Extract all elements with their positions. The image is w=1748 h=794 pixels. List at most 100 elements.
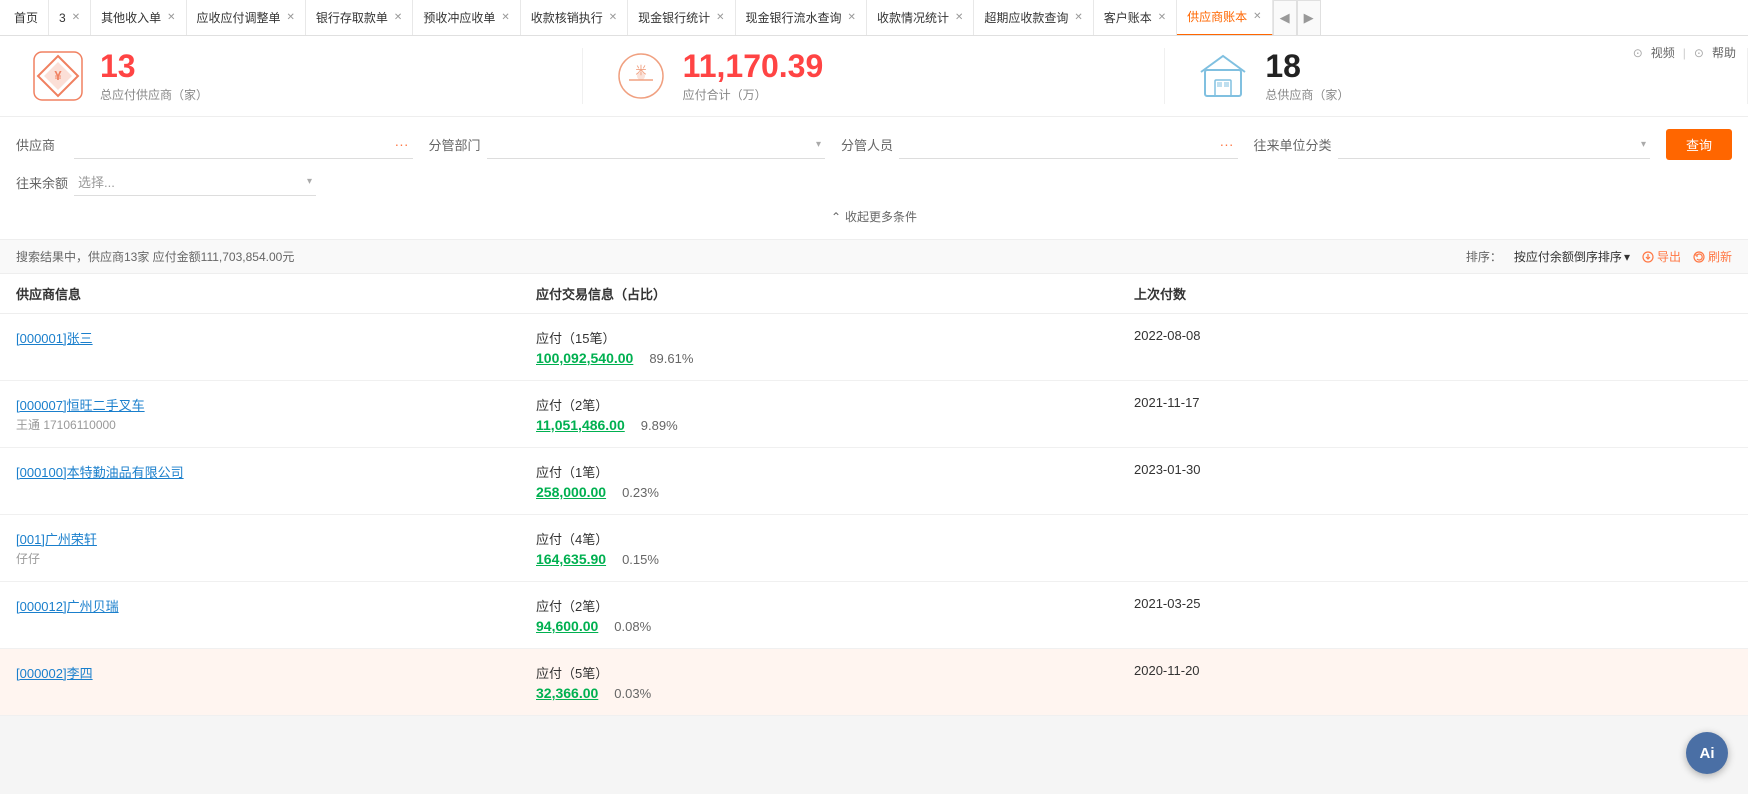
stat-payable-total-num: 11,170.39 [683,50,824,82]
nav-tab-adjust-close[interactable]: ✕ [287,12,295,23]
filter-area: 供应商 ··· 分管部门 ▾ 分管人员 ··· 往来单位分类 [0,117,1748,240]
tx-info-2: 应付（1笔） 258,000.00 0.23% [536,462,1134,500]
table-row: [001]广州荣轩 仔仔 应付（4笔） 164,635.90 0.15% [0,515,1748,582]
export-button[interactable]: 导出 [1642,248,1681,265]
nav-tab-receipt-stat-close[interactable]: ✕ [955,12,963,23]
table-row: [000001]张三 应付（15笔） 100,092,540.00 89.61%… [0,314,1748,381]
refresh-button[interactable]: 刷新 [1693,248,1732,265]
tx-amount-3[interactable]: 164,635.90 [536,551,606,567]
tx-info-3: 应付（4笔） 164,635.90 0.15% [536,529,1134,567]
ai-badge-label: Ai [1700,745,1715,762]
supplier-link-1[interactable]: [000007]恒旺二手叉车 [16,398,145,413]
nav-tab-overdue-close[interactable]: ✕ [1074,12,1082,23]
stat-payable-total-icon: 米 [613,48,669,104]
tx-label-2: 应付（1笔） [536,462,1134,481]
export-label: 导出 [1657,248,1681,265]
nav-tab-supplier-ledger-label: 供应商账本 [1187,8,1247,25]
nav-tab-receipt-exec[interactable]: 收款核销执行 ✕ [521,0,628,36]
supplier-link-3[interactable]: [001]广州荣轩 [16,532,97,547]
last-pay-2: 2023-01-30 [1134,462,1732,477]
supplier-link-4[interactable]: [000012]广州贝瑞 [16,599,119,614]
tx-amount-2[interactable]: 258,000.00 [536,484,606,500]
tx-pct-1: 9.89% [641,418,678,433]
nav-tab-customer-ledger-close[interactable]: ✕ [1158,12,1166,23]
person-picker-btn[interactable]: ··· [1220,136,1234,152]
stat-payable-total-label: 应付合计（万） [683,86,824,103]
tx-amount-5[interactable]: 32,366.00 [536,685,598,701]
filter-dept: 分管部门 ▾ [429,131,826,159]
nav-tab-overdue[interactable]: 超期应收款查询 ✕ [974,0,1093,36]
nav-tab-receipt-stat[interactable]: 收款情况统计 ✕ [867,0,974,36]
stats-bar: ¥ 13 总应付供应商（家） 米 11,170.39 应付合计（万） [0,36,1748,117]
nav-tab-3-close[interactable]: ✕ [72,12,80,23]
stat-payable-suppliers-icon: ¥ [30,48,86,104]
filter-balance-select[interactable]: 选择... ▾ [74,168,316,196]
filter-dept-label: 分管部门 [429,135,481,154]
collapse-row: ⌃ 收起更多条件 [16,204,1732,231]
tx-row-2: 258,000.00 0.23% [536,484,1134,500]
tx-amount-0[interactable]: 100,092,540.00 [536,350,633,366]
table-row: [000012]广州贝瑞 应付（2笔） 94,600.00 0.08% 2021… [0,582,1748,649]
last-pay-4: 2021-03-25 [1134,596,1732,611]
nav-prev-arrow[interactable]: ◀ [1273,0,1297,36]
filter-person-input-wrapper[interactable]: ··· [899,131,1237,159]
filter-supplier-input-wrapper[interactable]: ··· [74,131,413,159]
filter-dept-select[interactable]: ▾ [487,131,825,159]
filter-supplier-input[interactable] [78,130,395,158]
supplier-sub-3: 仔仔 [16,550,536,567]
sort-chevron-icon: ▾ [1624,250,1630,264]
nav-tab-3[interactable]: 3 ✕ [49,0,91,36]
filter-row-1: 供应商 ··· 分管部门 ▾ 分管人员 ··· 往来单位分类 [16,129,1732,160]
nav-tab-other-income-label: 其他收入单 [101,9,161,26]
nav-tab-bank-close[interactable]: ✕ [394,12,402,23]
filter-category-select[interactable]: ▾ [1338,131,1650,159]
supplier-info-4: [000012]广州贝瑞 [16,596,536,615]
tx-label-5: 应付（5笔） [536,663,1134,682]
stat-payable-total-text: 11,170.39 应付合计（万） [683,50,824,103]
refresh-icon [1693,251,1705,263]
nav-tab-adjust[interactable]: 应收应付调整单 ✕ [187,0,306,36]
nav-tab-other-income[interactable]: 其他收入单 ✕ [91,0,186,36]
supplier-link-2[interactable]: [000100]本特勤油品有限公司 [16,465,184,480]
tx-pct-0: 89.61% [649,351,693,366]
refresh-label: 刷新 [1708,248,1732,265]
nav-tab-home[interactable]: 首页 [4,0,49,36]
nav-tab-cash-flow-close[interactable]: ✕ [848,12,856,23]
query-button[interactable]: 查询 [1666,129,1732,160]
supplier-picker-btn[interactable]: ··· [395,136,409,152]
tx-label-4: 应付（2笔） [536,596,1134,615]
ai-badge[interactable]: Ai [1686,732,1728,774]
supplier-link-0[interactable]: [000001]张三 [16,331,93,346]
nav-tab-other-income-close[interactable]: ✕ [167,12,175,23]
nav-tab-cash-stat-close[interactable]: ✕ [716,12,724,23]
nav-tab-cash-flow-label: 现金银行流水查询 [746,9,842,26]
nav-tab-bank[interactable]: 银行存取款单 ✕ [306,0,413,36]
nav-next-arrow[interactable]: ▶ [1297,0,1321,36]
tx-amount-4[interactable]: 94,600.00 [536,618,598,634]
sort-value-text: 按应付余额倒序排序 [1514,248,1622,265]
table-row: [000002]李四 应付（5笔） 32,366.00 0.03% 2020-1… [0,649,1748,716]
nav-tab-prepay-close[interactable]: ✕ [501,12,509,23]
nav-tab-overdue-label: 超期应收款查询 [984,9,1068,26]
filter-person-input[interactable] [903,130,1219,158]
collapse-button[interactable]: ⌃ 收起更多条件 [831,208,917,225]
nav-tab-cash-flow[interactable]: 现金银行流水查询 ✕ [736,0,867,36]
sort-value[interactable]: 按应付余额倒序排序 ▾ [1514,248,1630,265]
video-link[interactable]: 视频 [1651,44,1675,61]
nav-tab-supplier-ledger-close[interactable]: ✕ [1253,11,1261,22]
tx-amount-1[interactable]: 11,051,486.00 [536,417,625,433]
nav-tab-customer-ledger[interactable]: 客户账本 ✕ [1094,0,1177,36]
tx-pct-3: 0.15% [622,552,659,567]
nav-tab-cash-stat[interactable]: 现金银行统计 ✕ [628,0,735,36]
nav-tab-receipt-exec-close[interactable]: ✕ [609,12,617,23]
dept-chevron-icon: ▾ [816,139,821,150]
nav-tab-supplier-ledger[interactable]: 供应商账本 ✕ [1177,0,1272,36]
nav-tab-prepay[interactable]: 预收冲应收单 ✕ [413,0,520,36]
filter-supplier: 供应商 ··· [16,131,413,159]
help-link[interactable]: 帮助 [1712,44,1736,61]
tx-info-4: 应付（2笔） 94,600.00 0.08% [536,596,1134,634]
supplier-link-5[interactable]: [000002]李四 [16,666,93,681]
tx-info-0: 应付（15笔） 100,092,540.00 89.61% [536,328,1134,366]
tx-info-1: 应付（2笔） 11,051,486.00 9.89% [536,395,1134,433]
stat-total-suppliers-icon [1195,48,1251,104]
